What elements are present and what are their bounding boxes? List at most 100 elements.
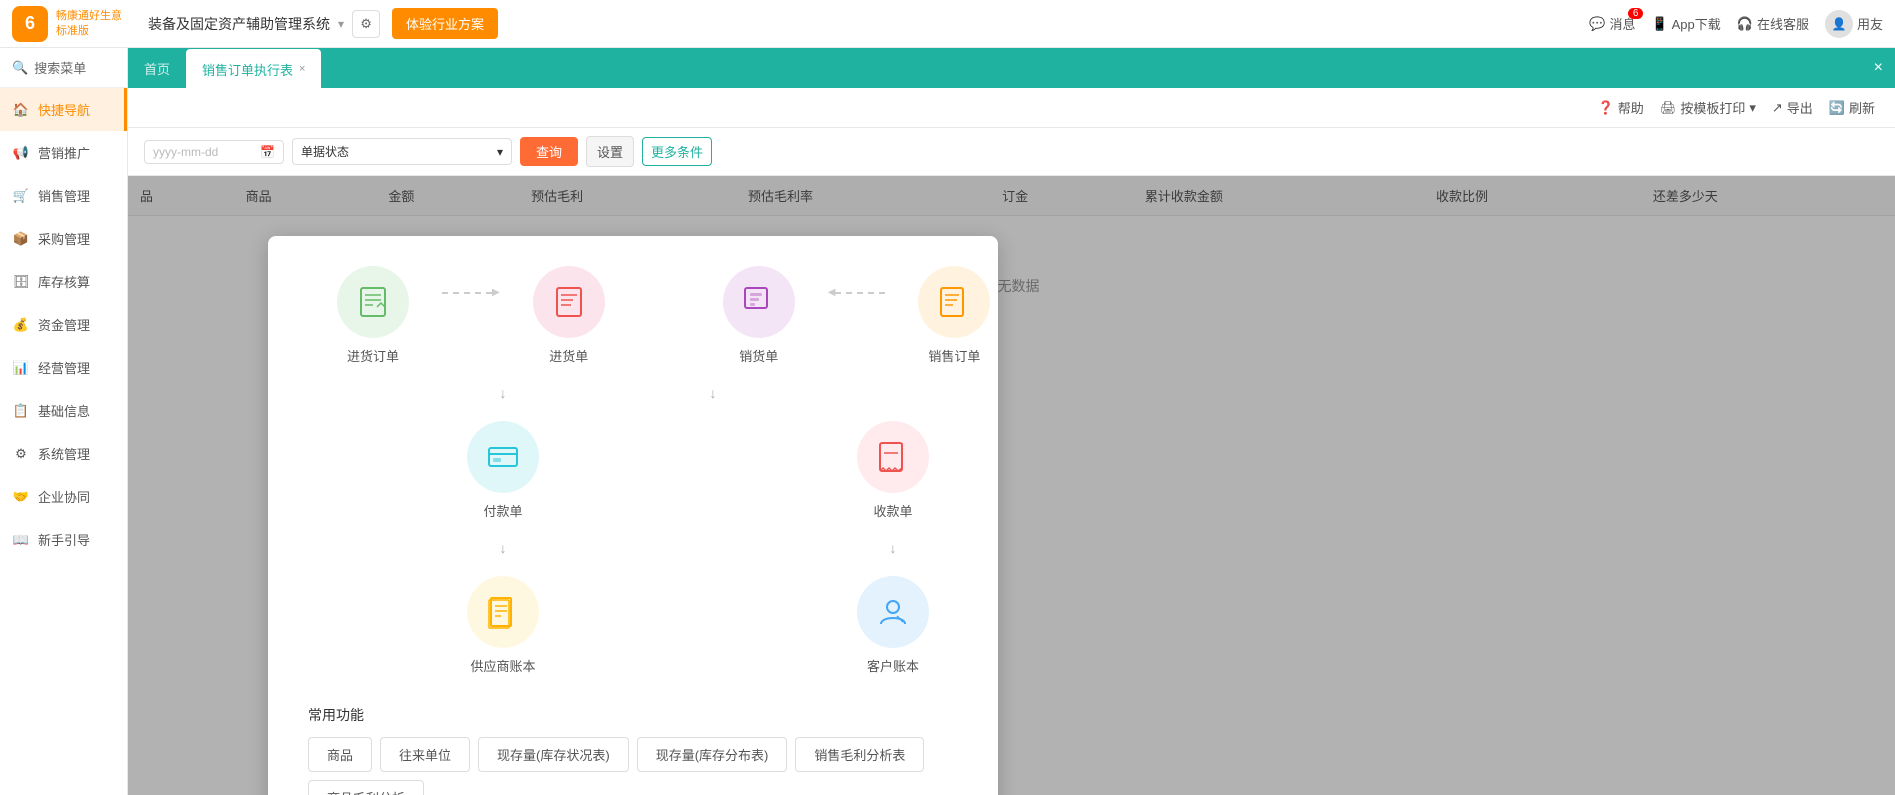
flow-node-receipt[interactable]: 收款单 xyxy=(828,421,958,520)
func-btn-products[interactable]: 商品 xyxy=(308,737,372,772)
func-btn-partners[interactable]: 往来单位 xyxy=(380,737,470,772)
inventory-icon: 🗄 xyxy=(12,273,30,291)
sidebar-item-quick-nav[interactable]: 🏠 快捷导航 xyxy=(0,88,127,131)
receipt-circle xyxy=(857,421,929,493)
search-area: yyyy-mm-dd 📅 单据状态 ▾ 查询 设置 更多条件 xyxy=(128,128,1895,176)
operations-icon: 📊 xyxy=(12,359,30,377)
purchase-order-circle xyxy=(337,266,409,338)
print-icon: 🖨 xyxy=(1660,100,1677,116)
table-area: 品 商品 金额 预估毛利 预估毛利率 订金 累计收款金额 收款比例 还差多少天 xyxy=(128,176,1895,795)
flow-row-1: 进货订单 ▶ xyxy=(308,266,958,365)
logo-text: 畅康通好生意 标准版 xyxy=(56,9,122,38)
home-icon: 🏠 xyxy=(12,101,30,119)
settings-icon[interactable]: ⚙ xyxy=(352,10,380,38)
supplier-account-circle xyxy=(467,576,539,648)
func-btn-sales-profit[interactable]: 销售毛利分析表 xyxy=(795,737,924,772)
sidebar-item-newbie[interactable]: 📖 新手引导 xyxy=(0,518,127,561)
sales-order-circle xyxy=(918,266,990,338)
print-dropdown-icon: ▾ xyxy=(1749,100,1756,116)
system-icon: ⚙ xyxy=(12,445,30,463)
content-area: 首页 销售订单执行表 × × ❓ 帮助 🖨 按模板打印 ▾ xyxy=(128,48,1895,795)
app-download-button[interactable]: 📱 App下载 xyxy=(1651,14,1720,33)
system-dropdown-arrow[interactable]: ▾ xyxy=(338,17,344,31)
export-icon: ↗ xyxy=(1772,100,1783,116)
func-btn-inventory-status[interactable]: 现存量(库存状况表) xyxy=(478,737,629,772)
purchase-bill-label: 进货单 xyxy=(549,346,588,365)
sidebar-item-enterprise[interactable]: 🤝 企业协同 xyxy=(0,475,127,518)
supplier-account-label: 供应商账本 xyxy=(470,656,535,675)
sales-order-label: 销售订单 xyxy=(928,346,980,365)
func-btn-product-profit[interactable]: 商品毛利分析 xyxy=(308,780,424,795)
service-icon: 🎧 xyxy=(1737,16,1753,32)
message-button[interactable]: 💬 消息 6 xyxy=(1589,14,1635,33)
content-toolbar: ❓ 帮助 🖨 按模板打印 ▾ ↗ 导出 🔄 刷新 xyxy=(128,88,1895,128)
main-area: 🔍 搜索菜单 🏠 快捷导航 📢 营销推广 🛒 销售管理 📦 采购管理 🗄 xyxy=(0,48,1895,795)
basic-info-icon: 📋 xyxy=(12,402,30,420)
flow-node-sales-order[interactable]: 销售订单 xyxy=(889,266,998,365)
flow-node-payment[interactable]: 付款单 xyxy=(438,421,568,520)
sidebar-item-basic-info[interactable]: 📋 基础信息 xyxy=(0,389,127,432)
date-input[interactable]: yyyy-mm-dd 📅 xyxy=(144,140,284,164)
system-title-text: 装备及固定资产辅助管理系统 xyxy=(148,14,330,34)
purchase-order-label: 进货订单 xyxy=(347,346,399,365)
flow-node-customer-account[interactable]: 客户账本 xyxy=(828,576,958,675)
arrow-from-sales-order: ◀ xyxy=(828,287,886,320)
tab-bar: 首页 销售订单执行表 × × xyxy=(128,48,1895,88)
sidebar-item-finance[interactable]: 💰 资金管理 xyxy=(0,303,127,346)
sidebar-item-purchase[interactable]: 📦 采购管理 xyxy=(0,217,127,260)
search-settings-button[interactable]: 设置 xyxy=(586,136,634,167)
modal-overlay: 进货订单 ▶ xyxy=(128,176,1895,795)
refresh-button[interactable]: 🔄 刷新 xyxy=(1825,96,1879,119)
flow-node-purchase-bill[interactable]: 进货单 xyxy=(504,266,634,365)
top-bar: 6 畅康通好生意 标准版 装备及固定资产辅助管理系统 ▾ ⚙ 体验行业方案 💬 … xyxy=(0,0,1895,48)
online-service-button[interactable]: 🎧 在线客服 xyxy=(1737,14,1809,33)
top-right-area: 💬 消息 6 📱 App下载 🎧 在线客服 👤 用友 xyxy=(1589,10,1883,38)
sidebar-item-system[interactable]: ⚙ 系统管理 xyxy=(0,432,127,475)
experience-button[interactable]: 体验行业方案 xyxy=(392,8,498,39)
search-menu-item[interactable]: 🔍 搜索菜单 xyxy=(0,48,127,88)
sales-icon: 🛒 xyxy=(12,187,30,205)
status-select[interactable]: 单据状态 ▾ xyxy=(292,138,512,165)
sidebar: 🔍 搜索菜单 🏠 快捷导航 📢 营销推广 🛒 销售管理 📦 采购管理 🗄 xyxy=(0,48,128,795)
sidebar-item-inventory[interactable]: 🗄 库存核算 xyxy=(0,260,127,303)
search-icon: 🔍 xyxy=(12,60,28,76)
app-container: 6 畅康通好生意 标准版 装备及固定资产辅助管理系统 ▾ ⚙ 体验行业方案 💬 … xyxy=(0,0,1895,795)
flow-row-arrows: ↓ ↓ xyxy=(308,385,958,401)
receipt-label: 收款单 xyxy=(873,501,912,520)
function-buttons-area: 商品 往来单位 现存量(库存状况表) 现存量(库存分布表) 销售毛利分析表 商品… xyxy=(308,737,958,795)
sidebar-item-sales[interactable]: 🛒 销售管理 xyxy=(0,174,127,217)
flow-node-supplier-account[interactable]: 供应商账本 xyxy=(438,576,568,675)
flow-node-sales-bill[interactable]: 销货单 xyxy=(694,266,824,365)
arrow-to-purchase-bill: ▶ xyxy=(442,287,500,320)
user-area[interactable]: 👤 用友 xyxy=(1825,10,1883,38)
newbie-icon: 📖 xyxy=(12,531,30,549)
payment-circle xyxy=(467,421,539,493)
sales-bill-circle xyxy=(723,266,795,338)
message-badge: 6 xyxy=(1628,8,1644,19)
customer-account-label: 客户账本 xyxy=(867,656,919,675)
flow-row-3: 供应商账本 客户账本 xyxy=(308,576,958,675)
customer-account-circle xyxy=(857,576,929,648)
query-button[interactable]: 查询 xyxy=(520,137,578,166)
sidebar-item-marketing[interactable]: 📢 营销推广 xyxy=(0,131,127,174)
export-button[interactable]: ↗ 导出 xyxy=(1768,96,1817,119)
tab-home[interactable]: 首页 xyxy=(128,48,186,88)
system-title-area: 装备及固定资产辅助管理系统 ▾ xyxy=(148,14,344,34)
tab-bar-close-button[interactable]: × xyxy=(1874,59,1883,77)
flow-row-arrows2: ↓ ↓ xyxy=(308,540,958,556)
sidebar-item-operations[interactable]: 📊 经营管理 xyxy=(0,346,127,389)
flow-diagram: 进货订单 ▶ xyxy=(308,266,958,675)
tab-close-button[interactable]: × xyxy=(299,63,305,75)
print-button[interactable]: 🖨 按模板打印 ▾ xyxy=(1656,96,1760,119)
payment-label: 付款单 xyxy=(483,501,522,520)
func-btn-inventory-dist[interactable]: 现存量(库存分布表) xyxy=(637,737,788,772)
message-icon: 💬 xyxy=(1589,16,1605,32)
user-avatar: 👤 xyxy=(1825,10,1853,38)
modal-box: 进货订单 ▶ xyxy=(268,236,998,795)
more-conditions-button[interactable]: 更多条件 xyxy=(642,137,712,166)
tab-sales-order[interactable]: 销售订单执行表 × xyxy=(186,49,321,89)
help-button[interactable]: ❓ 帮助 xyxy=(1594,96,1648,119)
calendar-icon: 📅 xyxy=(260,145,275,159)
flow-node-purchase-order[interactable]: 进货订单 xyxy=(308,266,438,365)
purchase-bill-circle xyxy=(533,266,605,338)
